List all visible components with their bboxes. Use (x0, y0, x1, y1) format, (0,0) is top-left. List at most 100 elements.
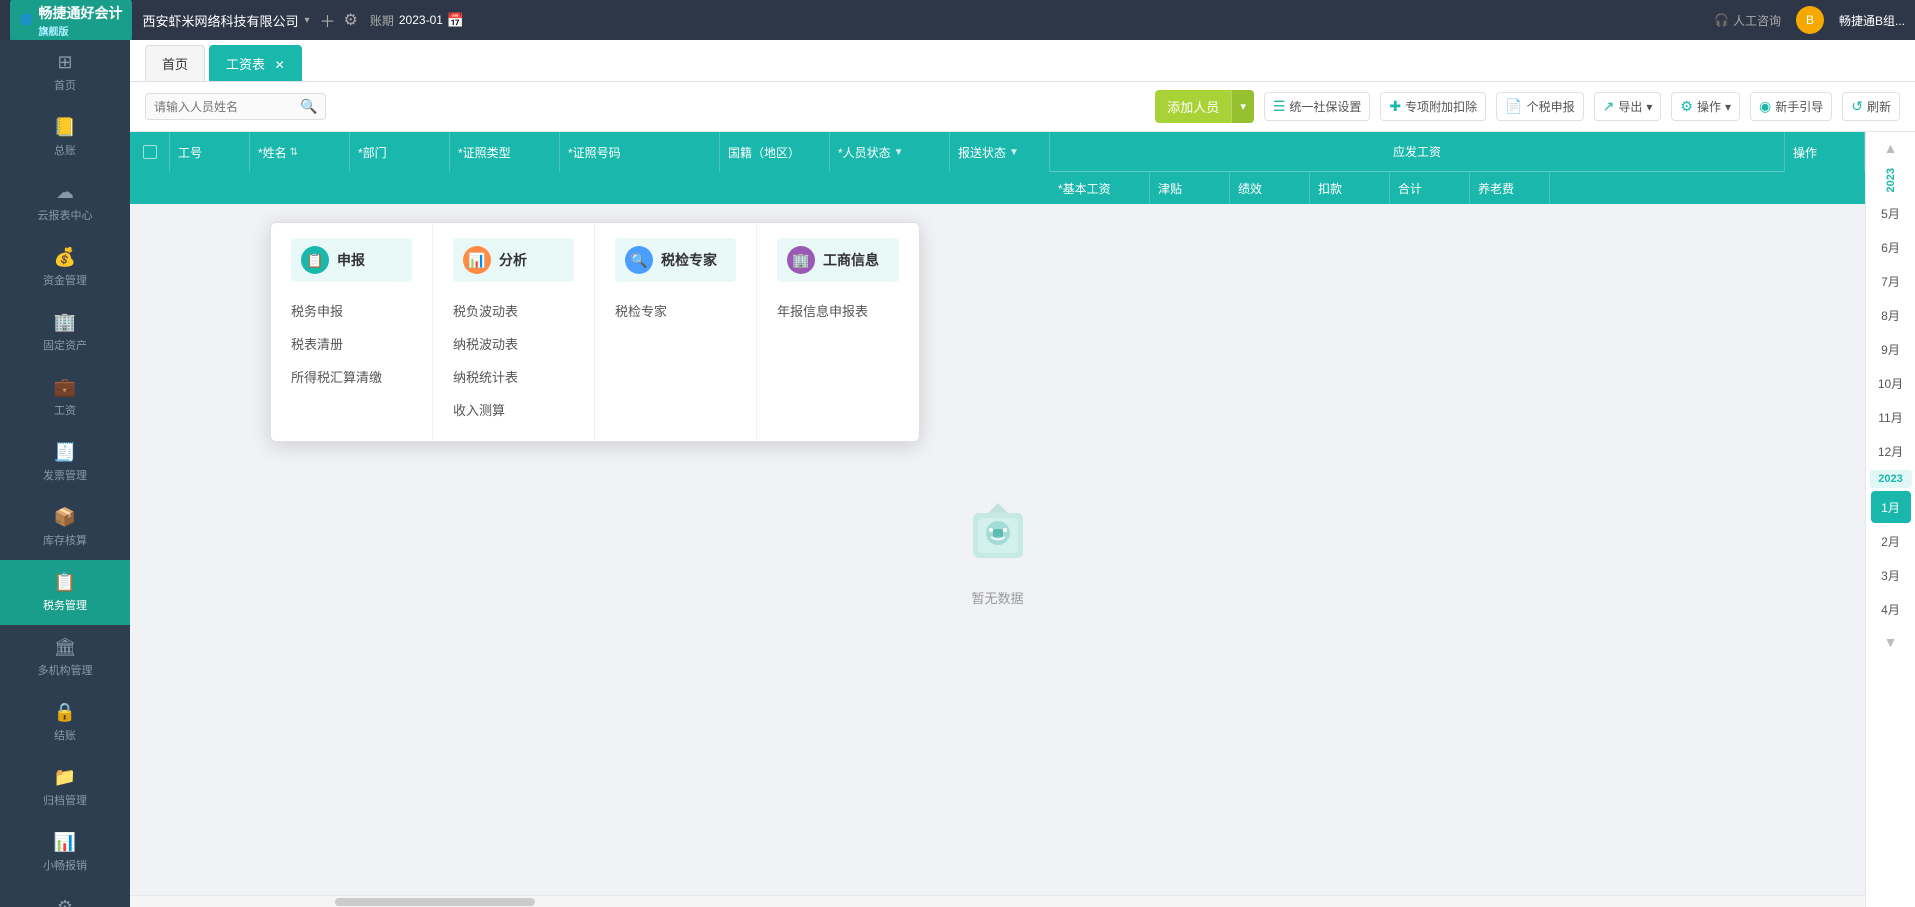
search-icon: 🔍 (300, 98, 317, 115)
operation-chevron-icon: ▾ (1725, 100, 1731, 114)
send-filter-icon[interactable]: ▼ (1009, 147, 1019, 158)
special-deduct-icon: ✚ (1389, 98, 1401, 115)
special-deduct-button[interactable]: ✚ 专项附加扣除 (1380, 92, 1486, 121)
service-button[interactable]: 🎧 人工咨询 (1714, 12, 1781, 29)
settings-icon: ⚙ (57, 897, 73, 907)
dropdown-item-tax-fluctuation[interactable]: 税负波动表 (453, 294, 574, 327)
add-person-dropdown-button[interactable]: ▾ (1231, 90, 1254, 123)
filter-icon[interactable]: ▼ (894, 147, 904, 158)
app-logo: 🌀 畅捷通好会计 旗舰版 (10, 0, 132, 42)
add-person-button[interactable]: 添加人员 (1155, 90, 1231, 123)
cal-month-4[interactable]: 4月 (1871, 593, 1911, 625)
sort-icon[interactable]: ⇅ (290, 147, 298, 158)
cal-month-5[interactable]: 5月 (1871, 197, 1911, 229)
add-person-button-group[interactable]: 添加人员 ▾ (1155, 90, 1254, 123)
dropdown-col-tax-expert: 🔍 税检专家 税检专家 (595, 223, 757, 441)
cal-month-12[interactable]: 12月 (1871, 435, 1911, 467)
cal-month-6[interactable]: 6月 (1871, 231, 1911, 263)
tax-return-button[interactable]: 📄 个税申报 (1496, 92, 1583, 121)
top-bar-right: 🎧 人工咨询 B 畅捷通B组... (1714, 6, 1905, 34)
th-dept: *部门 (350, 132, 450, 172)
sidebar-item-funds[interactable]: 💰 资金管理 (0, 235, 130, 300)
sidebar-item-inventory[interactable]: 📦 库存核算 (0, 495, 130, 560)
social-insurance-icon: ☰ (1273, 98, 1286, 115)
sidebar-item-multi-org[interactable]: 🏛 多机构管理 (0, 625, 130, 690)
empty-illustration (958, 493, 1038, 573)
tab-home[interactable]: 首页 (145, 45, 205, 81)
dropdown-item-income-tax[interactable]: 所得税汇算清缴 (291, 360, 412, 393)
year-label-2023: 2023 (1870, 470, 1912, 488)
calendar-down-button[interactable]: ▼ (1876, 626, 1906, 658)
dropdown-item-tax-declaration[interactable]: 税务申报 (291, 294, 412, 327)
search-box[interactable]: 🔍 (145, 93, 326, 120)
dropdown-item-annual-report[interactable]: 年报信息申报表 (777, 294, 899, 327)
multi-org-icon: 🏛 (54, 637, 77, 658)
sidebar-item-invoice[interactable]: 🧾 发票管理 (0, 430, 130, 495)
th-checkbox[interactable] (130, 132, 170, 172)
tax-icon: 📋 (54, 572, 76, 593)
cal-month-7[interactable]: 7月 (1871, 265, 1911, 297)
th-id-type: *证照类型 (450, 132, 560, 172)
sidebar-item-basic-settings[interactable]: ⚙ 基础设置 (0, 885, 130, 907)
cal-month-3[interactable]: 3月 (1871, 559, 1911, 591)
cal-month-11[interactable]: 11月 (1871, 401, 1911, 433)
sidebar-item-payroll[interactable]: 💼 工资 (0, 365, 130, 430)
scroll-bar[interactable] (130, 895, 1865, 907)
headset-icon: 🎧 (1714, 13, 1729, 27)
year-label-top: 2023 (1885, 164, 1897, 196)
sidebar-item-archive[interactable]: 📁 归档管理 (0, 755, 130, 820)
sidebar-item-general-ledger[interactable]: 📒 总账 (0, 105, 130, 170)
dropdown-item-income-estimate[interactable]: 收入测算 (453, 393, 574, 426)
company-selector[interactable]: 西安虾米网络科技有限公司 ▾ (142, 11, 309, 30)
th-operate: 操作 (1785, 132, 1865, 172)
sidebar-item-tax-mgmt[interactable]: 📋 税务管理 (0, 560, 130, 625)
period-label: 账期 (370, 12, 394, 29)
sidebar-item-xiaochang[interactable]: 📊 小畅报销 (0, 820, 130, 885)
scroll-thumb[interactable] (335, 898, 535, 906)
user-name[interactable]: 畅捷通B组... (1839, 12, 1905, 29)
dropdown-item-tax-stats[interactable]: 纳税统计表 (453, 360, 574, 393)
operation-button[interactable]: ⚙ 操作 ▾ (1671, 92, 1740, 121)
th-send-status: 报送状态 ▼ (950, 132, 1050, 172)
tab-close-icon[interactable]: ✕ (275, 58, 285, 72)
dropdown-item-tax-book[interactable]: 税表清册 (291, 327, 412, 360)
toolbar: 🔍 添加人员 ▾ ☰ 统一社保设置 ✚ 专项附加扣除 📄 个税申报 (130, 82, 1915, 132)
calendar-panel: ▲ 2023 5月 6月 7月 8月 9月 10月 11月 12月 2023 1… (1865, 132, 1915, 907)
sidebar-item-fixed-assets[interactable]: 🏢 固定资产 (0, 300, 130, 365)
add-button[interactable]: ＋ (320, 8, 336, 32)
dropdown-item-tax-payment-fluctuation[interactable]: 纳税波动表 (453, 327, 574, 360)
tax-expert-icon: 🔍 (625, 246, 653, 274)
tab-payroll[interactable]: 工资表 ✕ (209, 45, 302, 81)
guide-icon: ◉ (1759, 98, 1771, 115)
refresh-icon: ↺ (1851, 98, 1863, 115)
table-header-main: 工号 *姓名 ⇅ *部门 *证照类型 *证照号码 (130, 132, 1865, 172)
settings-button[interactable]: ⚙ (344, 10, 358, 30)
sidebar-item-cloud-report[interactable]: ☁ 云报表中心 (0, 170, 130, 235)
select-all-checkbox[interactable] (143, 145, 157, 159)
logo-icon: 🌀 (20, 15, 32, 26)
inventory-icon: 📦 (54, 507, 76, 528)
tab-bar: 首页 工资表 ✕ (130, 40, 1915, 82)
cal-month-9[interactable]: 9月 (1871, 333, 1911, 365)
dropdown-item-tax-expert[interactable]: 税检专家 (615, 294, 736, 327)
th-performance: 绩效 (1230, 172, 1310, 204)
export-button[interactable]: ↗ 导出 ▾ (1594, 92, 1662, 121)
guide-button[interactable]: ◉ 新手引导 (1750, 92, 1832, 121)
calendar-icon[interactable]: 📅 (447, 12, 464, 29)
refresh-button[interactable]: ↺ 刷新 (1842, 92, 1900, 121)
th-employee-id: 工号 (170, 132, 250, 172)
search-input[interactable] (154, 100, 294, 114)
sidebar-item-home[interactable]: ⊞ 首页 (0, 40, 130, 105)
avatar: B (1796, 6, 1824, 34)
calendar-up-button[interactable]: ▲ (1876, 132, 1906, 164)
top-bar: 🌀 畅捷通好会计 旗舰版 西安虾米网络科技有限公司 ▾ ＋ ⚙ 账期 2023-… (0, 0, 1915, 40)
cal-month-1[interactable]: 1月 (1871, 491, 1911, 523)
dropdown-grid: 📋 申报 税务申报 税表清册 所得税汇算清缴 📊 (271, 223, 919, 441)
sidebar: ⊞ 首页 📒 总账 ☁ 云报表中心 💰 资金管理 🏢 固定资产 💼 工资 🧾 发… (0, 40, 130, 907)
cal-month-10[interactable]: 10月 (1871, 367, 1911, 399)
social-insurance-button[interactable]: ☰ 统一社保设置 (1264, 92, 1371, 121)
sidebar-item-closing[interactable]: 🔒 结账 (0, 690, 130, 755)
top-bar-actions: ＋ ⚙ (320, 8, 358, 32)
cal-month-2[interactable]: 2月 (1871, 525, 1911, 557)
cal-month-8[interactable]: 8月 (1871, 299, 1911, 331)
